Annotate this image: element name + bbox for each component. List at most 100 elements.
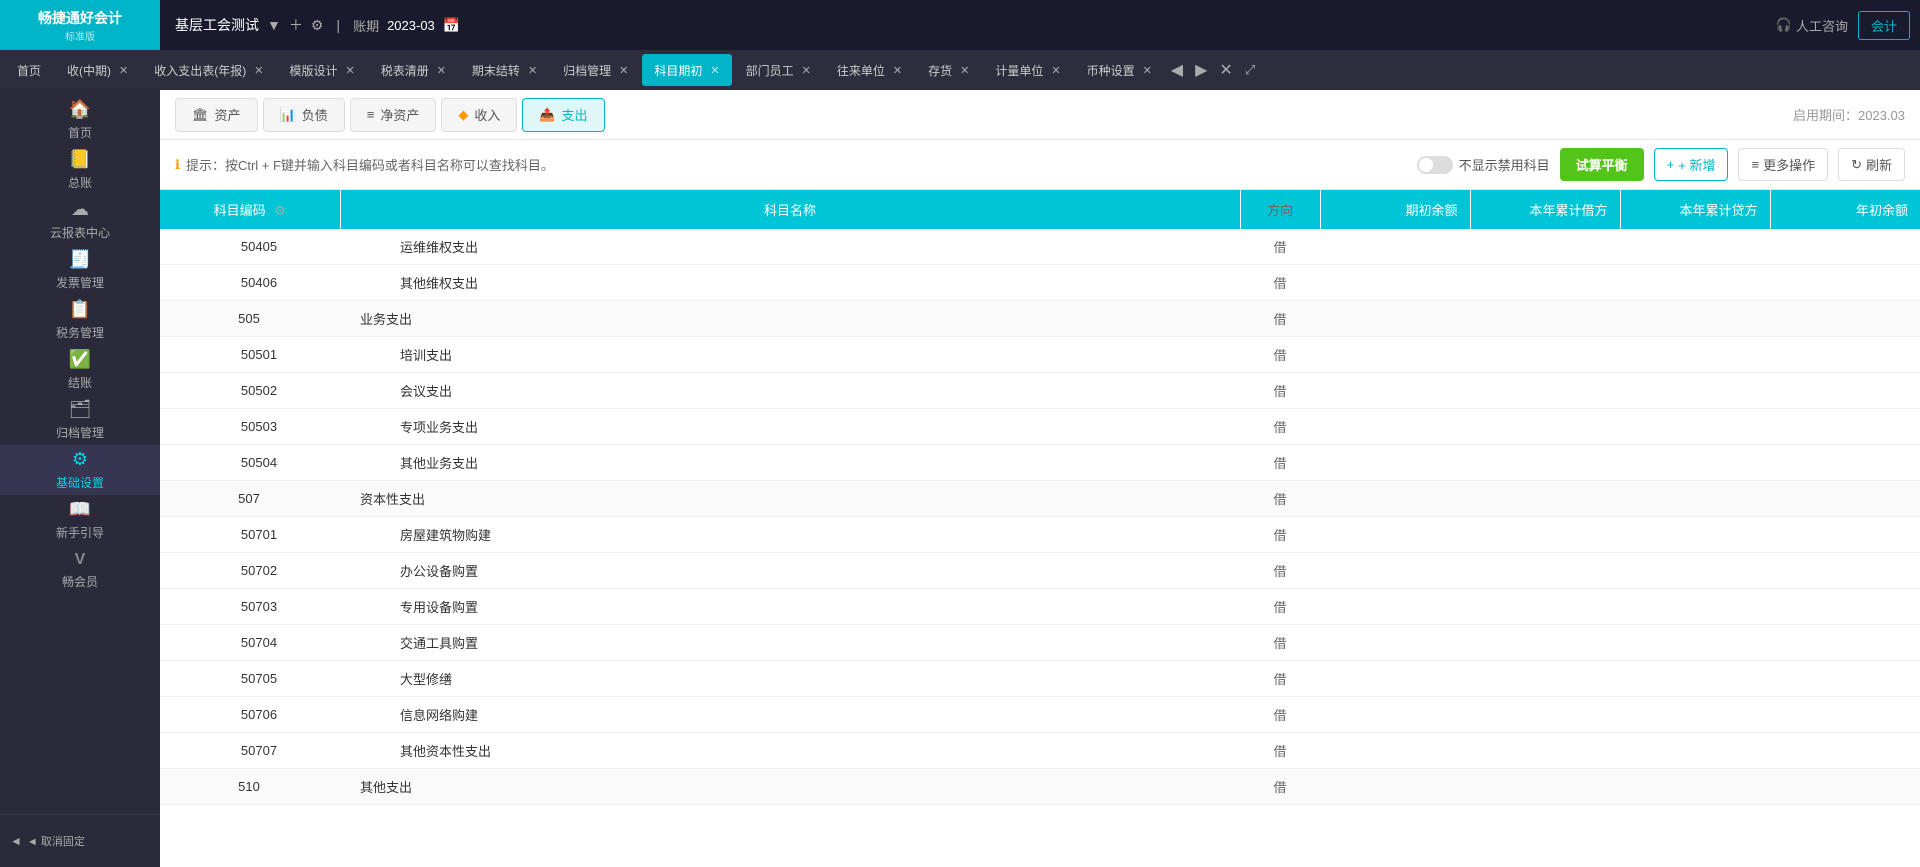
table-row[interactable]: 510 其他支出 借 bbox=[160, 769, 1920, 805]
archive-icon: 🗂 bbox=[69, 399, 92, 420]
collapse-sidebar-button[interactable]: ◄ ◄ 取消固定 bbox=[10, 825, 150, 857]
period-value: 2023-03 bbox=[387, 18, 435, 33]
cell-direction: 借 bbox=[1240, 589, 1320, 625]
table-row[interactable]: 50501 培训支出 借 bbox=[160, 337, 1920, 373]
table-row[interactable]: 50502 会议支出 借 bbox=[160, 373, 1920, 409]
sidebar-label: 归档管理 bbox=[56, 424, 104, 441]
cell-direction: 借 bbox=[1240, 409, 1320, 445]
tab-template[interactable]: 模版设计 ✕ bbox=[277, 54, 366, 86]
tab-currency[interactable]: 币种设置 ✕ bbox=[1075, 54, 1164, 86]
column-settings-icon[interactable]: ⚙ bbox=[274, 203, 286, 218]
cell-code: 50704 bbox=[160, 625, 340, 661]
table-row[interactable]: 50703 专用设备购置 借 bbox=[160, 589, 1920, 625]
add-company-icon[interactable]: ＋ bbox=[289, 15, 303, 35]
tab-subject-init[interactable]: 科目期初 ✕ bbox=[642, 54, 731, 86]
table-row[interactable]: 50702 办公设备购置 借 bbox=[160, 553, 1920, 589]
sidebar-item-settings[interactable]: ⚙ 基础设置 bbox=[0, 445, 160, 495]
more-actions-button[interactable]: ≡ 更多操作 bbox=[1738, 148, 1828, 181]
table-wrapper[interactable]: 科目编码 ⚙ 科目名称 方向 期初余额 本年累计借方 本年累计贷方 年初余额 5… bbox=[160, 190, 1920, 867]
tab-close-icon[interactable]: ✕ bbox=[345, 64, 354, 77]
sidebar-item-invoice[interactable]: 🧾 发票管理 bbox=[0, 245, 160, 295]
toggle-disabled-switch[interactable] bbox=[1417, 156, 1453, 174]
collapse-icon: ◄ bbox=[10, 834, 22, 848]
sub-tab-net-assets[interactable]: ≡ 净资产 bbox=[350, 98, 437, 132]
sidebar-item-reports[interactable]: ☁ 云报表中心 bbox=[0, 195, 160, 245]
tab-close-icon[interactable]: ✕ bbox=[960, 64, 969, 77]
tab-label: 科目期初 bbox=[654, 62, 702, 79]
cell-name: 其他业务支出 bbox=[340, 445, 1240, 481]
tab-income[interactable]: 收入支出表(年报) ✕ bbox=[142, 54, 275, 86]
header-debit: 本年累计借方 bbox=[1470, 190, 1620, 229]
table-row[interactable]: 50704 交通工具购置 借 bbox=[160, 625, 1920, 661]
sidebar-item-ledger[interactable]: 📒 总账 bbox=[0, 145, 160, 195]
toolbar: ℹ 提示：按Ctrl + F键并输入科目编码或者科目名称可以查找科目。 不显示禁… bbox=[160, 140, 1920, 190]
sub-tab-assets[interactable]: 🏛 资产 bbox=[175, 98, 258, 132]
add-label: + 新增 bbox=[1678, 155, 1715, 174]
tab-close-icon[interactable]: ✕ bbox=[528, 64, 537, 77]
tab-tax[interactable]: 税表清册 ✕ bbox=[369, 54, 458, 86]
tab-voucher[interactable]: 收(中期) ✕ bbox=[55, 54, 140, 86]
header-code: 科目编码 ⚙ bbox=[160, 190, 340, 229]
tab-close-icon[interactable]: ✕ bbox=[1051, 64, 1060, 77]
balance-button[interactable]: 试算平衡 bbox=[1560, 148, 1644, 181]
table-row[interactable]: 505 业务支出 借 bbox=[160, 301, 1920, 337]
table-row[interactable]: 50406 其他维权支出 借 bbox=[160, 265, 1920, 301]
table-row[interactable]: 507 资本性支出 借 bbox=[160, 481, 1920, 517]
cell-direction: 借 bbox=[1240, 301, 1320, 337]
add-button[interactable]: + + 新增 bbox=[1654, 148, 1729, 181]
chevron-down-icon[interactable]: ▼ bbox=[267, 17, 281, 33]
cell-code: 50701 bbox=[160, 517, 340, 553]
tab-nav-next[interactable]: ▶ bbox=[1190, 60, 1212, 80]
close-all-tabs-icon[interactable]: ✕ bbox=[1214, 60, 1237, 80]
cell-direction: 借 bbox=[1240, 265, 1320, 301]
sidebar-item-tax[interactable]: 📋 税务管理 bbox=[0, 295, 160, 345]
account-button[interactable]: 会计 bbox=[1858, 11, 1910, 40]
settings-icon[interactable]: ⚙ bbox=[311, 17, 324, 34]
tab-close-icon[interactable]: ✕ bbox=[437, 64, 446, 77]
cell-balance bbox=[1320, 373, 1470, 409]
cell-code: 50705 bbox=[160, 661, 340, 697]
sub-tab-expenditure[interactable]: 📤 支出 bbox=[522, 98, 604, 132]
cell-year bbox=[1770, 517, 1920, 553]
table-row[interactable]: 50504 其他业务支出 借 bbox=[160, 445, 1920, 481]
sidebar-label: 首页 bbox=[68, 124, 92, 141]
top-right: 🎧 人工咨询 会计 bbox=[1776, 11, 1920, 40]
sub-tab-liabilities[interactable]: 📊 负债 bbox=[263, 98, 345, 132]
tab-unit[interactable]: 计量单位 ✕ bbox=[983, 54, 1072, 86]
tab-close-icon[interactable]: ✕ bbox=[1143, 64, 1152, 77]
sidebar-item-archive[interactable]: 🗂 归档管理 bbox=[0, 395, 160, 445]
tab-close-icon[interactable]: ✕ bbox=[119, 64, 128, 77]
sidebar-item-member[interactable]: V 畅会员 bbox=[0, 545, 160, 595]
tab-period-end[interactable]: 期末结转 ✕ bbox=[460, 54, 549, 86]
tab-home[interactable]: 首页 bbox=[5, 54, 53, 86]
sub-tab-bar: 🏛 资产 📊 负债 ≡ 净资产 ◆ 收入 📤 支出 启用期间：2023.03 bbox=[160, 90, 1920, 140]
income-icon: ◆ bbox=[458, 107, 468, 123]
tab-close-icon[interactable]: ✕ bbox=[802, 64, 811, 77]
sidebar-item-guide[interactable]: 📖 新手引导 bbox=[0, 495, 160, 545]
tab-dept[interactable]: 部门员工 ✕ bbox=[734, 54, 823, 86]
table-row[interactable]: 50503 专项业务支出 借 bbox=[160, 409, 1920, 445]
tab-close-icon[interactable]: ✕ bbox=[254, 64, 263, 77]
tab-close-icon[interactable]: ✕ bbox=[619, 64, 628, 77]
tab-archive[interactable]: 归档管理 ✕ bbox=[551, 54, 640, 86]
table-row[interactable]: 50707 其他资本性支出 借 bbox=[160, 733, 1920, 769]
calendar-icon[interactable]: 📅 bbox=[443, 17, 460, 34]
sidebar-item-closing[interactable]: ✅ 结账 bbox=[0, 345, 160, 395]
tab-inventory[interactable]: 存货 ✕ bbox=[916, 54, 981, 86]
sub-tab-income[interactable]: ◆ 收入 bbox=[441, 98, 517, 132]
table-row[interactable]: 50405 运维维权支出 借 bbox=[160, 229, 1920, 265]
tab-nav-prev[interactable]: ◀ bbox=[1166, 60, 1188, 80]
table-row[interactable]: 50705 大型修缮 借 bbox=[160, 661, 1920, 697]
cell-balance bbox=[1320, 301, 1470, 337]
table-row[interactable]: 50701 房屋建筑物购建 借 bbox=[160, 517, 1920, 553]
refresh-button[interactable]: ↻ 刷新 bbox=[1838, 148, 1905, 181]
tab-contacts[interactable]: 往来单位 ✕ bbox=[825, 54, 914, 86]
app-name: 畅捷通好会计 bbox=[38, 8, 122, 28]
table-row[interactable]: 50706 信息网络购建 借 bbox=[160, 697, 1920, 733]
maximize-icon[interactable]: ⤢ bbox=[1240, 62, 1260, 78]
tab-close-icon[interactable]: ✕ bbox=[893, 64, 902, 77]
cell-credit bbox=[1620, 265, 1770, 301]
tab-close-icon[interactable]: ✕ bbox=[710, 64, 719, 77]
service-button[interactable]: 🎧 人工咨询 bbox=[1776, 16, 1848, 35]
sidebar-item-home[interactable]: 🏠 首页 bbox=[0, 95, 160, 145]
